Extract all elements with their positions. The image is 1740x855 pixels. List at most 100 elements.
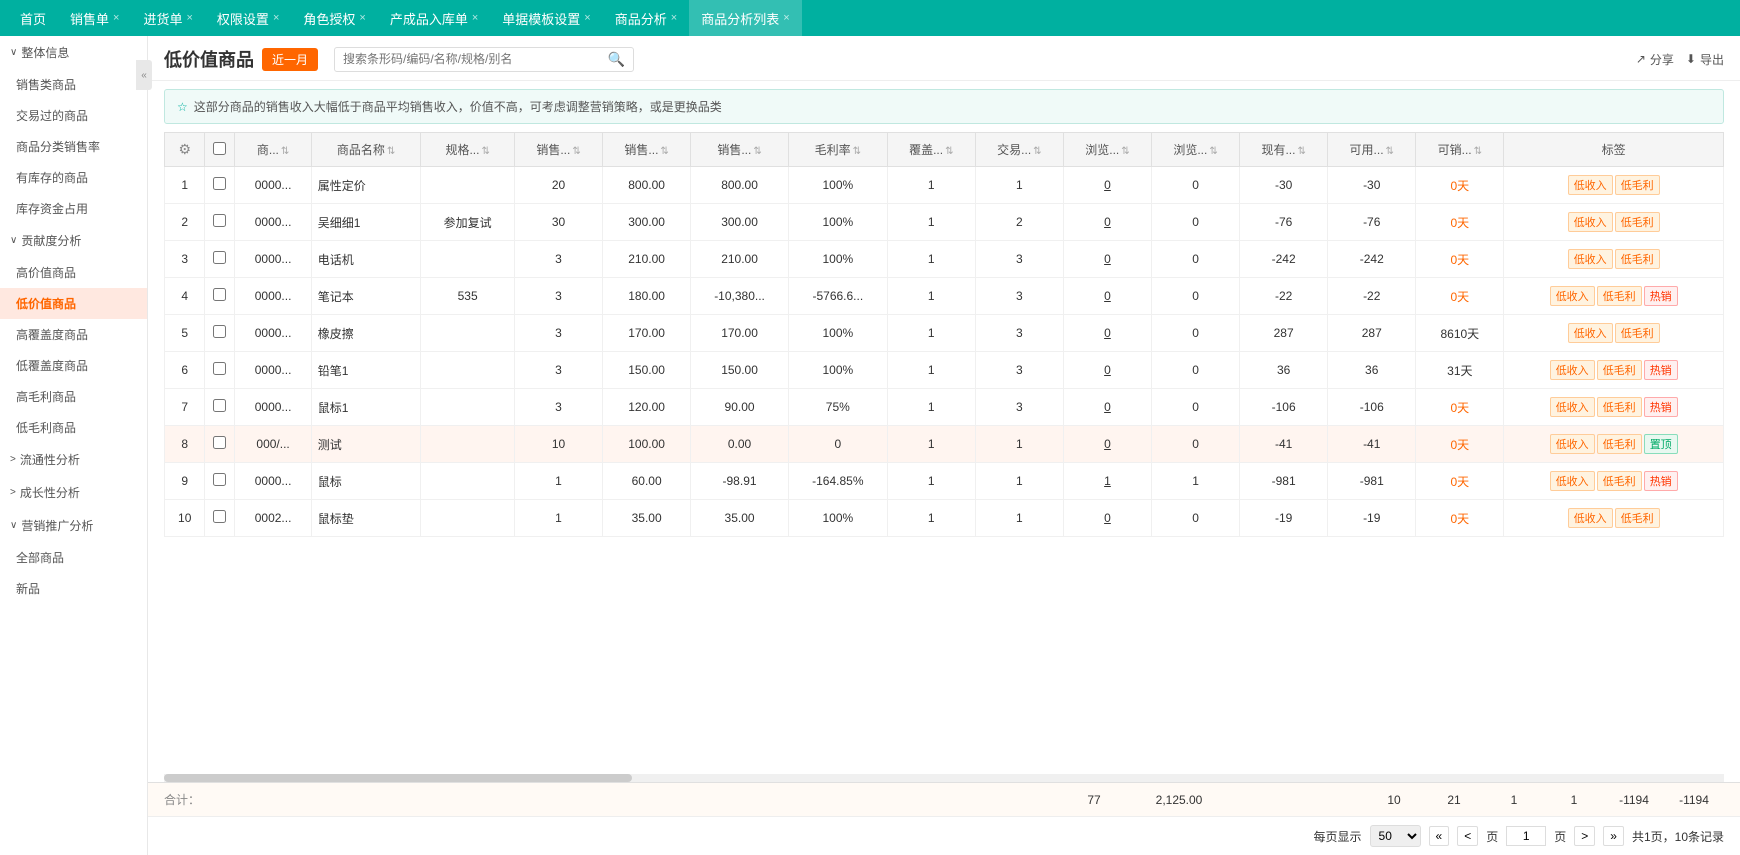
view1-link[interactable]: 0 <box>1104 400 1111 414</box>
scrollbar-thumb[interactable] <box>164 774 632 782</box>
share-button[interactable]: ↗ 分享 <box>1636 51 1674 68</box>
sidebar-section-overall[interactable]: ∨ 整体信息 <box>0 36 147 69</box>
cell-checkbox[interactable] <box>205 352 235 389</box>
view1-link[interactable]: 0 <box>1104 289 1111 303</box>
sidebar-item-traded-goods[interactable]: 交易过的商品 <box>0 100 147 131</box>
export-button[interactable]: ⬇ 导出 <box>1686 51 1724 68</box>
cell-checkbox[interactable] <box>205 500 235 537</box>
close-tab-7-icon[interactable]: × <box>783 12 789 24</box>
page-number-input[interactable] <box>1506 826 1546 846</box>
sidebar-item-low-margin[interactable]: 低毛利商品 <box>0 412 147 443</box>
cell-view1[interactable]: 0 <box>1063 241 1151 278</box>
view1-link[interactable]: 0 <box>1104 437 1111 451</box>
nav-tab-0[interactable]: 销售单 × <box>58 0 131 36</box>
close-tab-5-icon[interactable]: × <box>584 12 590 24</box>
close-tab-6-icon[interactable]: × <box>671 12 677 24</box>
close-tab-3-icon[interactable]: × <box>359 12 365 24</box>
view1-link[interactable]: 0 <box>1104 511 1111 525</box>
col-view2[interactable]: 浏览...⇅ <box>1152 133 1240 167</box>
row-checkbox-7[interactable] <box>213 436 226 449</box>
sidebar-section-marketing[interactable]: ∨ 营销推广分析 <box>0 509 147 542</box>
col-trade[interactable]: 交易...⇅ <box>975 133 1063 167</box>
col-sales-qty[interactable]: 销售...⇅ <box>514 133 602 167</box>
nav-home[interactable]: 首页 <box>8 0 58 36</box>
sidebar-item-sales-goods[interactable]: 销售类商品 <box>0 69 147 100</box>
search-icon[interactable]: 🔍 <box>608 51 625 68</box>
col-coverage[interactable]: 覆盖...⇅ <box>887 133 975 167</box>
cell-view1[interactable]: 0 <box>1063 500 1151 537</box>
row-checkbox-1[interactable] <box>213 214 226 227</box>
next-page-button[interactable]: > <box>1574 826 1595 846</box>
cell-checkbox[interactable] <box>205 315 235 352</box>
cell-view1[interactable]: 0 <box>1063 204 1151 241</box>
nav-tab-2[interactable]: 权限设置 × <box>205 0 291 36</box>
row-checkbox-9[interactable] <box>213 510 226 523</box>
cell-checkbox[interactable] <box>205 278 235 315</box>
prev-page-button[interactable]: < <box>1457 826 1478 846</box>
sidebar-item-inventory-capital[interactable]: 库存资金占用 <box>0 193 147 224</box>
row-checkbox-0[interactable] <box>213 177 226 190</box>
nav-tab-1[interactable]: 进货单 × <box>131 0 204 36</box>
page-size-select[interactable]: 50 100 200 <box>1370 825 1421 847</box>
col-sales-amount[interactable]: 销售...⇅ <box>691 133 789 167</box>
view1-link[interactable]: 1 <box>1104 474 1111 488</box>
cell-checkbox[interactable] <box>205 167 235 204</box>
nav-tab-3[interactable]: 角色授权 × <box>291 0 377 36</box>
last-page-button[interactable]: » <box>1603 826 1624 846</box>
row-checkbox-8[interactable] <box>213 473 226 486</box>
sidebar-item-new-goods[interactable]: 新品 <box>0 573 147 604</box>
col-gear[interactable]: ⚙ <box>165 133 205 167</box>
close-tab-4-icon[interactable]: × <box>472 12 478 24</box>
row-checkbox-6[interactable] <box>213 399 226 412</box>
nav-tab-5[interactable]: 单据模板设置 × <box>490 0 602 36</box>
cell-checkbox[interactable] <box>205 204 235 241</box>
sidebar-section-liquidity[interactable]: > 流通性分析 <box>0 443 147 476</box>
gear-settings-icon[interactable]: ⚙ <box>178 141 191 157</box>
col-name[interactable]: 商品名称⇅ <box>311 133 421 167</box>
cell-checkbox[interactable] <box>205 426 235 463</box>
first-page-button[interactable]: « <box>1429 826 1450 846</box>
sidebar-collapse-button[interactable]: « <box>136 60 152 90</box>
sidebar-section-contribution[interactable]: ∨ 贡献度分析 <box>0 224 147 257</box>
close-tab-1-icon[interactable]: × <box>186 12 192 24</box>
col-checkbox[interactable] <box>205 133 235 167</box>
col-view1[interactable]: 浏览...⇅ <box>1063 133 1151 167</box>
cell-view1[interactable]: 0 <box>1063 167 1151 204</box>
close-tab-2-icon[interactable]: × <box>273 12 279 24</box>
sidebar-section-growth[interactable]: > 成长性分析 <box>0 476 147 509</box>
sidebar-item-stocked-goods[interactable]: 有库存的商品 <box>0 162 147 193</box>
sidebar-item-all-goods[interactable]: 全部商品 <box>0 542 147 573</box>
col-code[interactable]: 商...⇅ <box>235 133 311 167</box>
search-input[interactable] <box>343 52 608 66</box>
filter-recent-month-button[interactable]: 近一月 <box>262 48 318 71</box>
sidebar-item-high-margin[interactable]: 高毛利商品 <box>0 381 147 412</box>
cell-checkbox[interactable] <box>205 241 235 278</box>
col-spec[interactable]: 规格...⇅ <box>421 133 515 167</box>
view1-link[interactable]: 0 <box>1104 178 1111 192</box>
col-saleable[interactable]: 可销...⇅ <box>1416 133 1504 167</box>
cell-checkbox[interactable] <box>205 463 235 500</box>
col-available[interactable]: 可用...⇅ <box>1328 133 1416 167</box>
cell-view1[interactable]: 1 <box>1063 463 1151 500</box>
cell-view1[interactable]: 0 <box>1063 389 1151 426</box>
cell-checkbox[interactable] <box>205 389 235 426</box>
row-checkbox-4[interactable] <box>213 325 226 338</box>
sidebar-item-category-sales-rate[interactable]: 商品分类销售率 <box>0 131 147 162</box>
sidebar-item-low-coverage[interactable]: 低覆盖度商品 <box>0 350 147 381</box>
sidebar-item-low-value[interactable]: 低价值商品 <box>0 288 147 319</box>
row-checkbox-2[interactable] <box>213 251 226 264</box>
cell-view1[interactable]: 0 <box>1063 278 1151 315</box>
sidebar-item-high-coverage[interactable]: 高覆盖度商品 <box>0 319 147 350</box>
nav-tab-7[interactable]: 商品分析列表 × <box>689 0 801 36</box>
row-checkbox-3[interactable] <box>213 288 226 301</box>
col-sales-price[interactable]: 销售...⇅ <box>603 133 691 167</box>
cell-view1[interactable]: 0 <box>1063 315 1151 352</box>
nav-tab-4[interactable]: 产成品入库单 × <box>378 0 490 36</box>
view1-link[interactable]: 0 <box>1104 215 1111 229</box>
cell-view1[interactable]: 0 <box>1063 352 1151 389</box>
col-margin[interactable]: 毛利率⇅ <box>788 133 887 167</box>
sidebar-item-high-value[interactable]: 高价值商品 <box>0 257 147 288</box>
row-checkbox-5[interactable] <box>213 362 226 375</box>
col-current[interactable]: 现有...⇅ <box>1240 133 1328 167</box>
close-tab-0-icon[interactable]: × <box>113 12 119 24</box>
